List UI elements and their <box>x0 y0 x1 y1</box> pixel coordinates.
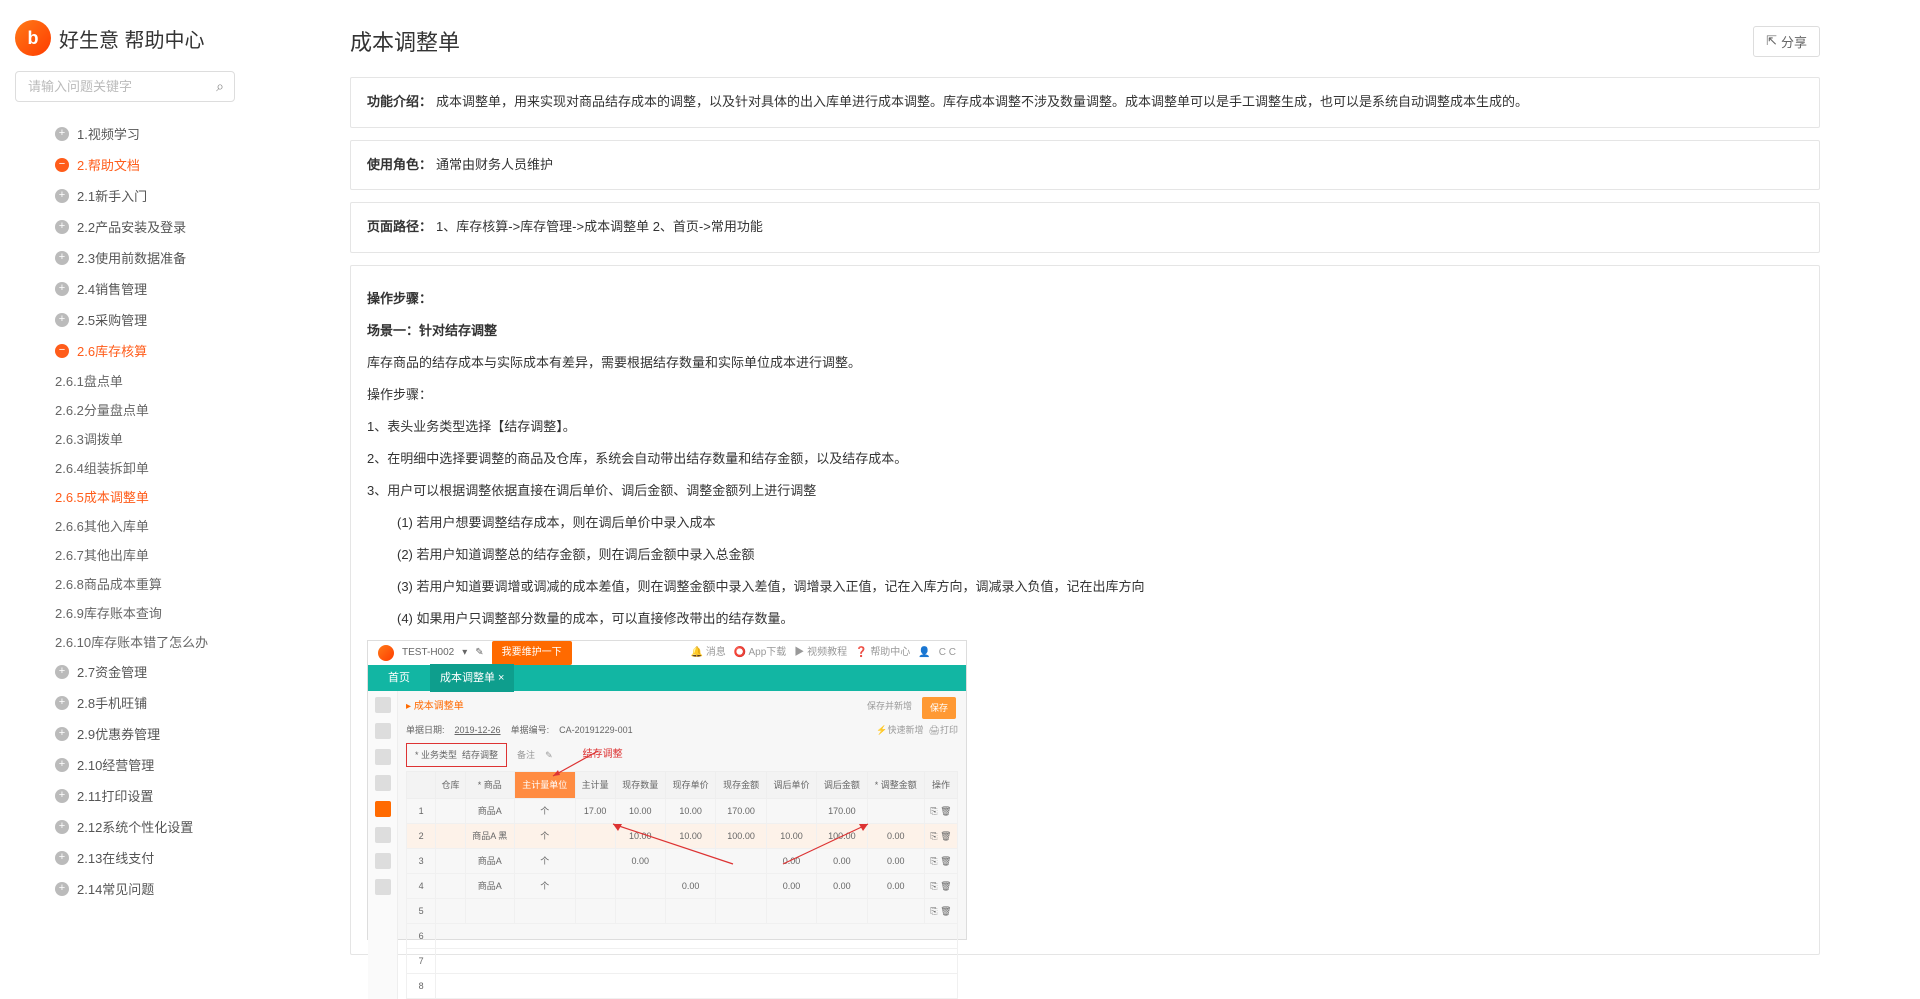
path-label: 页面路径： <box>367 219 432 234</box>
nav-2-8[interactable]: 2.8手机旺铺 <box>55 687 235 718</box>
nav-2-6-10[interactable]: 2.6.10库存账本错了怎么办 <box>55 627 235 656</box>
nav-2-6[interactable]: 2.6库存核算 <box>55 335 235 366</box>
demo-savenew: 保存并新增 <box>867 697 912 715</box>
nav-2-14[interactable]: 2.14常见问题 <box>55 873 235 904</box>
nav-2-4[interactable]: 2.4销售管理 <box>55 273 235 304</box>
share-icon: ⇱ <box>1766 33 1777 49</box>
steps-sub: 操作步骤： <box>367 382 1803 408</box>
search-box[interactable]: ⌕ <box>15 71 235 102</box>
brand: b 好生意 帮助中心 <box>15 20 235 56</box>
share-button[interactable]: ⇱ 分享 <box>1753 26 1820 57</box>
nav-2-6-7[interactable]: 2.6.7其他出库单 <box>55 540 235 569</box>
step-3d: (4) 如果用户只调整部分数量的成本，可以直接修改带出的结存数量。 <box>367 606 1803 632</box>
nav-2-9[interactable]: 2.9优惠券管理 <box>55 718 235 749</box>
nav-2-6-4[interactable]: 2.6.4组装拆卸单 <box>55 453 235 482</box>
demo-leftnav <box>368 691 398 999</box>
logo-icon: b <box>15 20 51 56</box>
step-3c: (3) 若用户知道要调增或调减的成本差值，则在调整金额中录入差值，调增录入正值，… <box>367 574 1803 600</box>
steps-title: 操作步骤： <box>367 286 1803 312</box>
role-label: 使用角色： <box>367 157 432 172</box>
share-label: 分享 <box>1781 32 1807 51</box>
intro-label: 功能介绍： <box>367 94 432 109</box>
nav-helpdoc[interactable]: 2.帮助文档 <box>55 149 235 180</box>
demo-screenshot: TEST-H002 ▾ ✎ 我要维护一下 🔔 消息 ⭕ App下载 ▶ 视频教程… <box>367 640 967 940</box>
nav-2-6-5[interactable]: 2.6.5成本调整单 <box>55 482 235 511</box>
nav-2-6-6[interactable]: 2.6.6其他入库单 <box>55 511 235 540</box>
nav-2-2[interactable]: 2.2产品安装及登录 <box>55 211 235 242</box>
step-2: 2、在明细中选择要调整的商品及仓库，系统会自动带出结存数量和结存金额，以及结存成… <box>367 446 1803 472</box>
search-icon[interactable]: ⌕ <box>216 78 224 95</box>
card-intro: 功能介绍： 成本调整单，用来实现对商品结存成本的调整，以及针对具体的出入库单进行成… <box>350 77 1820 128</box>
nav-2-6-9[interactable]: 2.6.9库存账本查询 <box>55 598 235 627</box>
nav-2-6-3[interactable]: 2.6.3调拨单 <box>55 424 235 453</box>
search-input[interactable] <box>26 78 216 95</box>
path-text: 1、库存核算->库存管理->成本调整单 2、首页->常用功能 <box>436 219 763 234</box>
nav-2-11[interactable]: 2.11打印设置 <box>55 780 235 811</box>
card-role: 使用角色： 通常由财务人员维护 <box>350 140 1820 191</box>
demo-table: 仓库* 商品 主计量单位主计量 现存数量现存单价现存金额 调后单价调后金额* 调… <box>406 771 958 999</box>
nav-2-6-1[interactable]: 2.6.1盘点单 <box>55 366 235 395</box>
nav-2-7[interactable]: 2.7资金管理 <box>55 656 235 687</box>
intro-text: 成本调整单，用来实现对商品结存成本的调整，以及针对具体的出入库单进行成本调整。库… <box>436 94 1528 109</box>
nav-video[interactable]: 1.视频学习 <box>55 118 235 149</box>
nav-2-12[interactable]: 2.12系统个性化设置 <box>55 811 235 842</box>
nav-2-6-8[interactable]: 2.6.8商品成本重算 <box>55 569 235 598</box>
step-1: 1、表头业务类型选择【结存调整】。 <box>367 414 1803 440</box>
nav-2-5[interactable]: 2.5采购管理 <box>55 304 235 335</box>
nav-tree: 1.视频学习 2.帮助文档 2.1新手入门 2.2产品安装及登录 2.3使用前数… <box>15 118 235 904</box>
step-3: 3、用户可以根据调整依据直接在调后单价、调后金额、调整金额列上进行调整 <box>367 478 1803 504</box>
nav-2-10[interactable]: 2.10经营管理 <box>55 749 235 780</box>
scene-desc: 库存商品的结存成本与实际成本有差异，需要根据结存数量和实际单位成本进行调整。 <box>367 350 1803 376</box>
nav-2-6-2[interactable]: 2.6.2分量盘点单 <box>55 395 235 424</box>
demo-logo-icon <box>378 645 394 661</box>
nav-2-3[interactable]: 2.3使用前数据准备 <box>55 242 235 273</box>
brand-title: 好生意 帮助中心 <box>59 24 205 53</box>
demo-red-label: 结存调整 <box>583 745 623 765</box>
step-3b: (2) 若用户知道调整总的结存金额，则在调后金额中录入总金额 <box>367 542 1803 568</box>
step-3a: (1) 若用户想要调整结存成本，则在调后单价中录入成本 <box>367 510 1803 536</box>
page-title: 成本调整单 <box>350 25 460 57</box>
demo-save-btn: 保存 <box>922 697 956 719</box>
demo-biztype: * 业务类型 结存调整 <box>406 743 507 767</box>
main-content: 成本调整单 ⇱ 分享 功能介绍： 成本调整单，用来实现对商品结存成本的调整，以及针… <box>250 0 1920 999</box>
card-path: 页面路径： 1、库存核算->库存管理->成本调整单 2、首页->常用功能 <box>350 202 1820 253</box>
demo-avatar-icon: 👤 <box>918 643 930 663</box>
nav-2-13[interactable]: 2.13在线支付 <box>55 842 235 873</box>
sidebar: b 好生意 帮助中心 ⌕ 1.视频学习 2.帮助文档 2.1新手入门 2.2产品… <box>0 0 250 999</box>
demo-account: TEST-H002 <box>402 643 454 663</box>
demo-tab-doc: 成本调整单 × <box>430 664 514 692</box>
demo-tab-home: 首页 <box>378 664 420 692</box>
nav-2-1[interactable]: 2.1新手入门 <box>55 180 235 211</box>
demo-new-btn: 我要维护一下 <box>492 641 572 665</box>
role-text: 通常由财务人员维护 <box>436 157 553 172</box>
scene-title: 场景一：针对结存调整 <box>367 318 1803 344</box>
steps-block: 操作步骤： 场景一：针对结存调整 库存商品的结存成本与实际成本有差异，需要根据结… <box>350 265 1820 955</box>
